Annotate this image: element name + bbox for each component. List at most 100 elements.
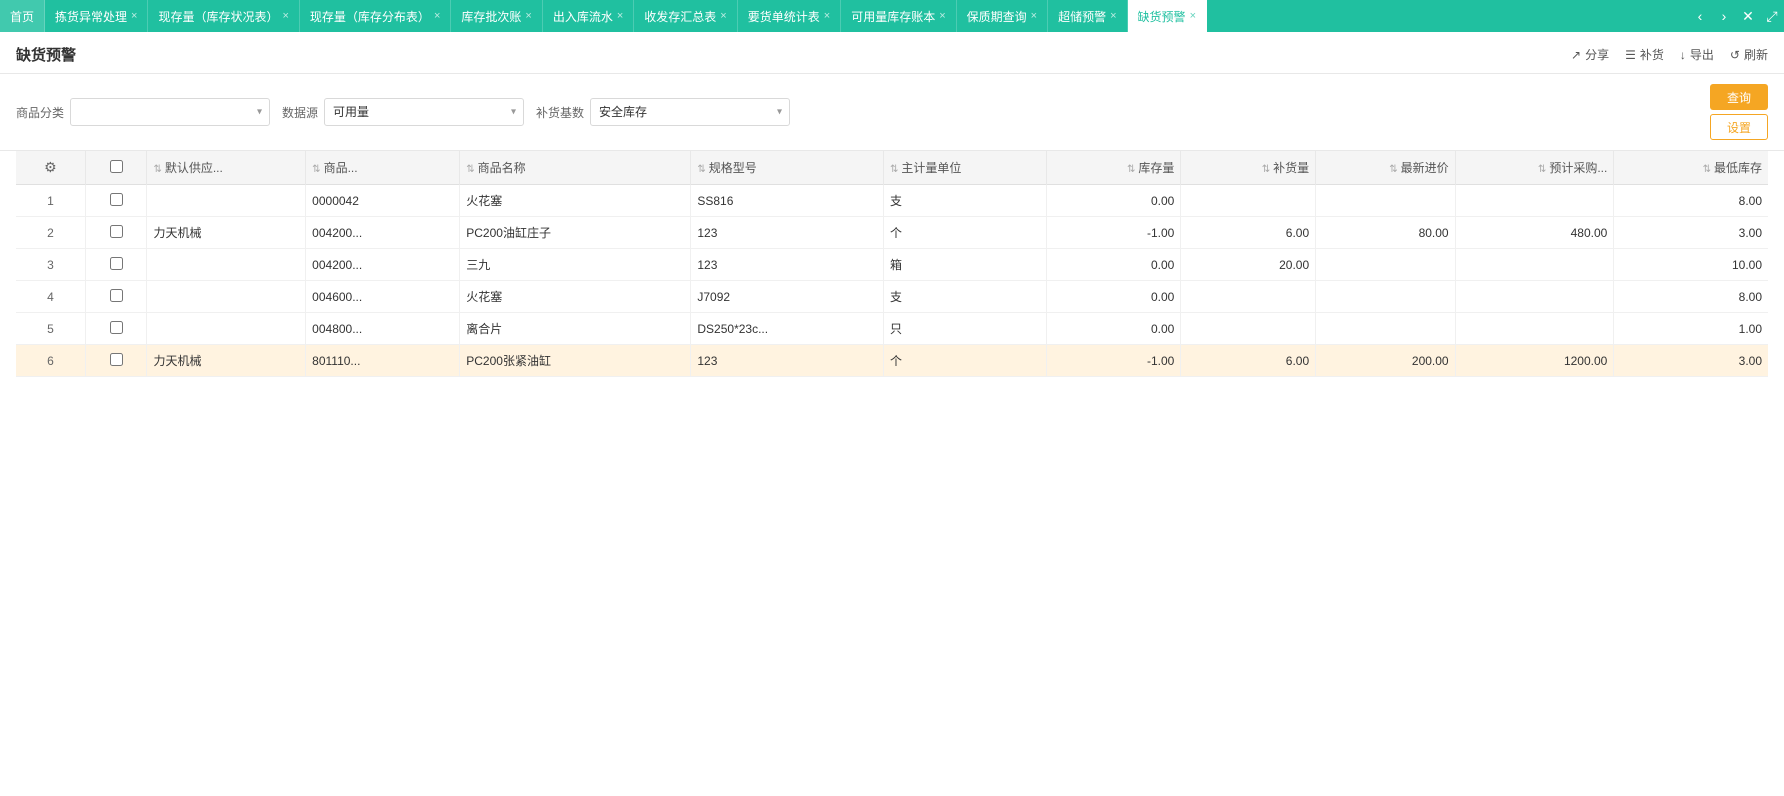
- share-action[interactable]: ↗ 分享: [1571, 46, 1609, 63]
- cell-product-name: PC200油缸庄子: [460, 217, 691, 249]
- cell-checkbox[interactable]: [85, 249, 147, 281]
- tab-demand-stats[interactable]: 要货单统计表 ×: [738, 0, 841, 32]
- row-checkbox[interactable]: [110, 225, 123, 238]
- tab-close-expiry-query[interactable]: ×: [1031, 10, 1037, 22]
- category-select[interactable]: [70, 98, 270, 126]
- tab-close-demand-stats[interactable]: ×: [824, 10, 830, 22]
- th-gear[interactable]: ⚙: [16, 151, 85, 185]
- cell-spec: 123: [691, 249, 884, 281]
- th-replenish[interactable]: 补货量: [1181, 151, 1316, 185]
- page-header: 缺货预警 ↗ 分享 ☰ 补货 ↓ 导出 ↺ 刷新: [0, 32, 1784, 74]
- datasource-filter-group: 数据源 可用量 库存量 ▾: [282, 98, 524, 126]
- table-row: 2力天机械004200...PC200油缸庄子123个-1.006.0080.0…: [16, 217, 1768, 249]
- gear-icon[interactable]: ⚙: [44, 159, 57, 175]
- table-row: 6力天机械801110...PC200张紧油缸123个-1.006.00200.…: [16, 345, 1768, 377]
- th-product-code[interactable]: 商品...: [306, 151, 460, 185]
- tab-shortage[interactable]: 缺货预警 ×: [1128, 0, 1207, 32]
- category-filter-group: 商品分类 ▾: [16, 98, 270, 126]
- cell-unit: 箱: [883, 249, 1046, 281]
- tab-close-shortage[interactable]: ×: [1190, 10, 1196, 22]
- cell-product-code: 004600...: [306, 281, 460, 313]
- cell-min-stock: 8.00: [1614, 281, 1768, 313]
- th-min-stock[interactable]: 最低库存: [1614, 151, 1768, 185]
- cell-stock: 0.00: [1046, 249, 1181, 281]
- export-action[interactable]: ↓ 导出: [1680, 46, 1714, 63]
- tab-inventory-status[interactable]: 现存量（库存状况表） ×: [148, 0, 299, 32]
- settings-button[interactable]: 设置: [1710, 114, 1768, 140]
- th-product-name[interactable]: 商品名称: [460, 151, 691, 185]
- th-stock[interactable]: 库存量: [1046, 151, 1181, 185]
- tab-prev-button[interactable]: ‹: [1688, 0, 1712, 32]
- row-checkbox[interactable]: [110, 353, 123, 366]
- replenish-base-label: 补货基数: [536, 104, 584, 121]
- tab-abnormal[interactable]: 拣货异常处理 ×: [45, 0, 148, 32]
- select-all-checkbox[interactable]: [110, 160, 123, 173]
- cell-supplier: 力天机械: [147, 345, 306, 377]
- table-body: 10000042火花塞SS816支0.008.002力天机械004200...P…: [16, 185, 1768, 377]
- export-icon: ↓: [1680, 48, 1686, 62]
- cell-product-name: 火花塞: [460, 185, 691, 217]
- filter-bar: 商品分类 ▾ 数据源 可用量 库存量 ▾ 补货基数 安全库: [0, 74, 1784, 151]
- row-checkbox[interactable]: [110, 321, 123, 334]
- tab-close-inout-flow[interactable]: ×: [617, 10, 623, 22]
- tab-close-button[interactable]: ✕: [1736, 0, 1760, 32]
- tab-inventory-dist[interactable]: 现存量（库存分布表） ×: [300, 0, 451, 32]
- cell-replenish: 20.00: [1181, 249, 1316, 281]
- table-wrapper: ⚙ 默认供应... 商品... 商品名称 规格型号 主计量单位 库存量 补货量 …: [0, 151, 1784, 377]
- cell-stock: -1.00: [1046, 217, 1181, 249]
- th-estimate-purchase[interactable]: 预计采购...: [1455, 151, 1614, 185]
- cell-latest-price: 200.00: [1316, 345, 1455, 377]
- cell-latest-price: [1316, 185, 1455, 217]
- cell-checkbox[interactable]: [85, 185, 147, 217]
- tab-close-receive-summary[interactable]: ×: [720, 10, 726, 22]
- cell-replenish: [1181, 313, 1316, 345]
- tab-close-inventory-status[interactable]: ×: [282, 10, 288, 22]
- table-row: 10000042火花塞SS816支0.008.00: [16, 185, 1768, 217]
- replenish-action[interactable]: ☰ 补货: [1625, 46, 1664, 63]
- tab-close-inventory-dist[interactable]: ×: [434, 10, 440, 22]
- tab-expiry-query[interactable]: 保质期查询 ×: [957, 0, 1048, 32]
- cell-checkbox[interactable]: [85, 313, 147, 345]
- cell-spec: SS816: [691, 185, 884, 217]
- table-header: ⚙ 默认供应... 商品... 商品名称 规格型号 主计量单位 库存量 补货量 …: [16, 151, 1768, 185]
- refresh-action[interactable]: ↺ 刷新: [1730, 46, 1768, 63]
- replenish-base-select[interactable]: 安全库存 最低库存: [590, 98, 790, 126]
- cell-supplier: 力天机械: [147, 217, 306, 249]
- cell-index: 3: [16, 249, 85, 281]
- cell-index: 1: [16, 185, 85, 217]
- datasource-select[interactable]: 可用量 库存量: [324, 98, 524, 126]
- th-spec[interactable]: 规格型号: [691, 151, 884, 185]
- row-checkbox[interactable]: [110, 193, 123, 206]
- cell-checkbox[interactable]: [85, 217, 147, 249]
- th-unit[interactable]: 主计量单位: [883, 151, 1046, 185]
- cell-spec: 123: [691, 217, 884, 249]
- th-latest-price[interactable]: 最新进价: [1316, 151, 1455, 185]
- th-supplier[interactable]: 默认供应...: [147, 151, 306, 185]
- row-checkbox[interactable]: [110, 289, 123, 302]
- tab-inout-flow[interactable]: 出入库流水 ×: [543, 0, 634, 32]
- tab-batch-account[interactable]: 库存批次账 ×: [451, 0, 542, 32]
- tab-close-available-ledger[interactable]: ×: [939, 10, 945, 22]
- cell-estimate-purchase: [1455, 185, 1614, 217]
- query-button[interactable]: 查询: [1710, 84, 1768, 110]
- category-label: 商品分类: [16, 104, 64, 121]
- cell-checkbox[interactable]: [85, 345, 147, 377]
- tab-close-overstock[interactable]: ×: [1110, 10, 1116, 22]
- row-checkbox[interactable]: [110, 257, 123, 270]
- table-row: 3004200...三九123箱0.0020.0010.00: [16, 249, 1768, 281]
- cell-checkbox[interactable]: [85, 281, 147, 313]
- tab-receive-summary[interactable]: 收发存汇总表 ×: [634, 0, 737, 32]
- tab-fullscreen-button[interactable]: ⤢: [1760, 0, 1784, 32]
- main-content: 缺货预警 ↗ 分享 ☰ 补货 ↓ 导出 ↺ 刷新 商品分类: [0, 32, 1784, 796]
- tab-close-abnormal[interactable]: ×: [131, 10, 137, 22]
- cell-product-code: 801110...: [306, 345, 460, 377]
- tab-overstock[interactable]: 超储预警 ×: [1048, 0, 1127, 32]
- tab-available-ledger[interactable]: 可用量库存账本 ×: [841, 0, 956, 32]
- cell-latest-price: [1316, 313, 1455, 345]
- th-select-all[interactable]: [85, 151, 147, 185]
- tab-home[interactable]: 首页: [0, 0, 45, 32]
- tab-close-batch-account[interactable]: ×: [525, 10, 531, 22]
- tab-nav-buttons: ‹ › ✕ ⤢: [1688, 0, 1784, 32]
- cell-replenish: [1181, 281, 1316, 313]
- tab-next-button[interactable]: ›: [1712, 0, 1736, 32]
